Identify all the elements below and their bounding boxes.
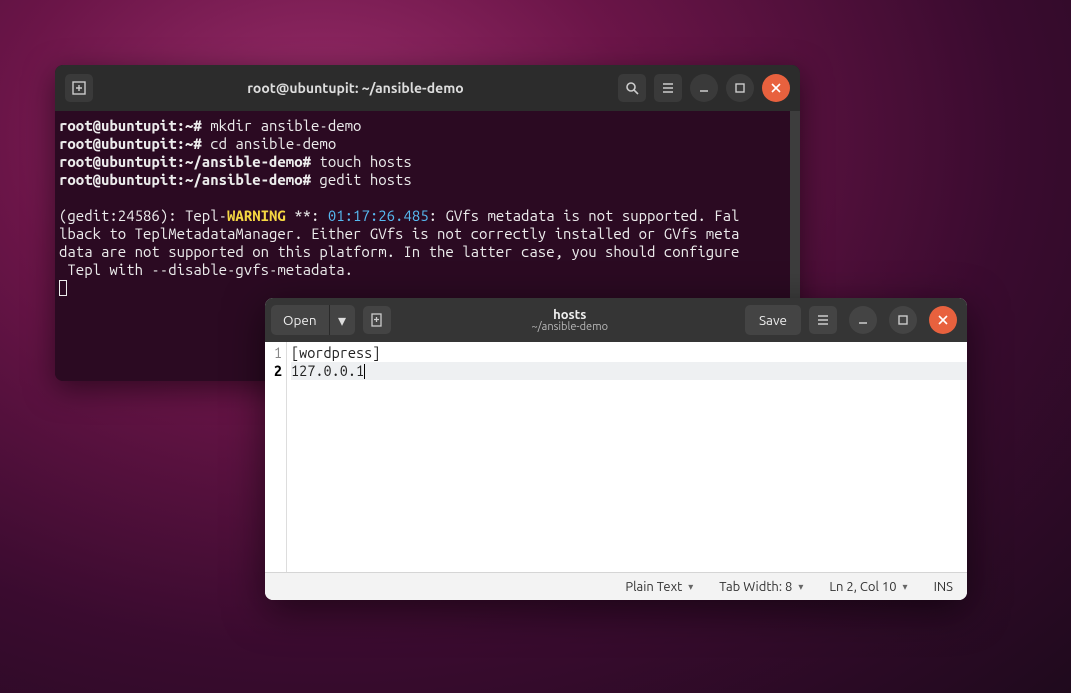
prompt: root@ubuntupit:~/ansible-demo#	[59, 171, 311, 188]
maximize-button[interactable]	[889, 306, 917, 334]
hamburger-menu-button[interactable]	[809, 306, 837, 334]
gedit-body: 1 2 [wordpress] 127.0.0.1	[265, 342, 967, 572]
editor-area[interactable]: [wordpress] 127.0.0.1	[287, 342, 967, 572]
gedit-title-area: hosts ~/ansible-demo	[399, 308, 741, 333]
save-button[interactable]: Save	[745, 305, 801, 335]
chevron-down-icon: ▾	[798, 581, 803, 593]
terminal-cursor	[59, 280, 67, 296]
line-text: 127.0.0.1	[291, 362, 364, 379]
warn-msg: data are not supported on this platform.…	[59, 243, 739, 260]
search-button[interactable]	[618, 74, 646, 102]
chevron-down-icon: ▾	[903, 581, 908, 593]
gedit-statusbar: Plain Text ▾ Tab Width: 8 ▾ Ln 2, Col 10…	[265, 572, 967, 600]
highlight-mode-selector[interactable]: Plain Text ▾	[625, 580, 693, 594]
close-button[interactable]	[762, 74, 790, 102]
command-text: gedit hosts	[311, 171, 412, 188]
warn-msg: lback to TeplMetadataManager. Either GVf…	[59, 225, 739, 242]
warn-msg: : GVfs metadata is not supported. Fal	[429, 207, 740, 224]
command-text: mkdir ansible-demo	[202, 117, 362, 134]
command-text: cd ansible-demo	[202, 135, 336, 152]
maximize-button[interactable]	[726, 74, 754, 102]
open-dropdown-icon[interactable]: ▾	[329, 305, 355, 335]
warn-msg: Tepl with --disable-gvfs-metadata.	[59, 261, 353, 278]
insert-mode-label[interactable]: INS	[934, 580, 953, 594]
tab-width-selector[interactable]: Tab Width: 8 ▾	[719, 580, 803, 594]
cursor-position-selector[interactable]: Ln 2, Col 10 ▾	[829, 580, 907, 594]
warn-mid: **:	[286, 207, 328, 224]
terminal-header: root@ubuntupit: ~/ansible-demo	[55, 65, 800, 111]
open-label: Open	[271, 312, 329, 328]
line-text: [wordpress]	[291, 344, 380, 361]
highlight-mode-label: Plain Text	[625, 580, 682, 594]
close-button[interactable]	[929, 306, 957, 334]
warn-word: WARNING	[227, 207, 286, 224]
prompt: root@ubuntupit:~/ansible-demo#	[59, 153, 311, 170]
gedit-subtitle: ~/ansible-demo	[399, 321, 741, 333]
line-number: 2	[265, 362, 282, 380]
new-tab-button[interactable]	[65, 74, 93, 102]
minimize-button[interactable]	[849, 306, 877, 334]
minimize-button[interactable]	[690, 74, 718, 102]
gedit-window: Open ▾ hosts ~/ansible-demo Save 1 2 [	[265, 298, 967, 600]
new-document-button[interactable]	[363, 306, 391, 334]
gedit-header: Open ▾ hosts ~/ansible-demo Save	[265, 298, 967, 342]
editor-line: [wordpress]	[291, 344, 967, 362]
prompt: root@ubuntupit:~#	[59, 135, 202, 152]
prompt: root@ubuntupit:~#	[59, 117, 202, 134]
command-text: touch hosts	[311, 153, 412, 170]
gedit-title: hosts	[399, 308, 741, 322]
warn-prefix: (gedit:24586): Tepl-	[59, 207, 227, 224]
terminal-title: root@ubuntupit: ~/ansible-demo	[97, 80, 614, 96]
cursor-position-label: Ln 2, Col 10	[829, 580, 896, 594]
hamburger-menu-button[interactable]	[654, 74, 682, 102]
open-button[interactable]: Open ▾	[271, 305, 355, 335]
chevron-down-icon: ▾	[688, 581, 693, 593]
line-number: 1	[265, 344, 282, 362]
line-number-gutter: 1 2	[265, 342, 287, 572]
editor-line: 127.0.0.1	[291, 362, 967, 380]
warn-timestamp: 01:17:26.485	[328, 207, 429, 224]
text-cursor	[364, 364, 365, 379]
tab-width-label: Tab Width: 8	[719, 580, 792, 594]
